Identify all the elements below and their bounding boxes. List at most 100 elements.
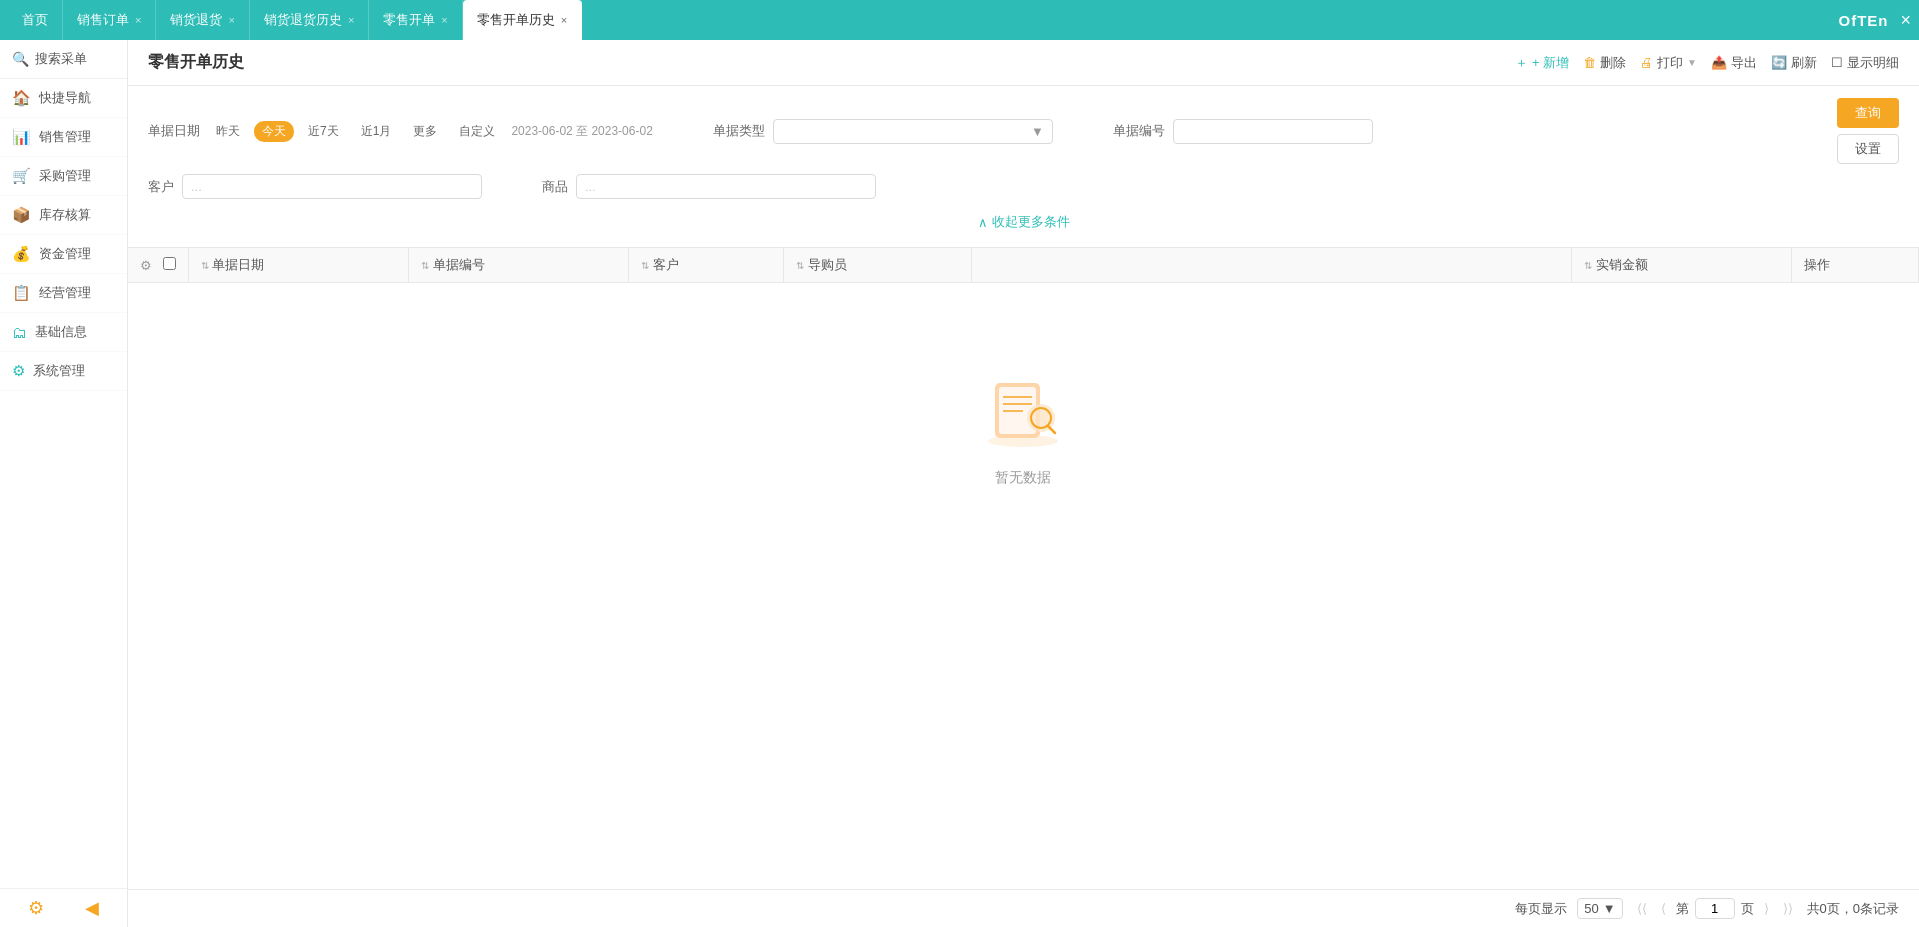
sidebar-item-label: 采购管理 [39, 167, 91, 185]
customer-select[interactable]: ... [182, 174, 482, 199]
goods-label: 商品 [542, 178, 568, 196]
sidebar-item-basic-info[interactable]: 🗂 基础信息 [0, 313, 127, 352]
close-sales-return[interactable]: × [228, 14, 234, 26]
sort-icon[interactable]: ⇅ [201, 260, 209, 271]
date-yesterday[interactable]: 昨天 [208, 121, 248, 142]
col-settings-icon[interactable]: ⚙ [140, 258, 152, 273]
toolbar: ＋ + 新增 🗑 删除 🖨 打印 ▼ 📤 导出 🔄 [1515, 54, 1899, 72]
brand-label: OfTEn [1838, 12, 1888, 29]
sort-icon[interactable]: ⇅ [796, 260, 804, 271]
empty-illustration [973, 363, 1073, 453]
refresh-icon: 🔄 [1771, 55, 1787, 70]
prev-page-button[interactable]: ⟨ [1657, 899, 1670, 918]
sidebar-item-label: 经营管理 [39, 284, 91, 302]
close-retail-open-history[interactable]: × [561, 14, 567, 26]
clipboard-icon: 📋 [12, 284, 31, 302]
date-label: 单据日期 [148, 122, 200, 140]
close-sales-return-history[interactable]: × [348, 14, 354, 26]
sidebar-item-label: 资金管理 [39, 245, 91, 263]
page-nav: ⟨⟨ ⟨ 第 页 ⟩ ⟩⟩ [1633, 898, 1797, 919]
last-page-button[interactable]: ⟩⟩ [1779, 899, 1797, 918]
tab-retail-open-history[interactable]: 零售开单历史 × [463, 0, 582, 40]
sidebar-item-system-mgmt[interactable]: ⚙ 系统管理 [0, 352, 127, 391]
table-header-row: ⚙ ⇅ 单据日期 ⇅ 单据编号 ⇅ [128, 248, 1919, 283]
chart-icon: 📊 [12, 128, 31, 146]
sidebar-search-label: 搜索采单 [35, 50, 87, 68]
sort-icon[interactable]: ⇅ [641, 260, 649, 271]
sidebar-item-sales-mgmt[interactable]: 📊 销售管理 [0, 118, 127, 157]
content-area: 零售开单历史 ＋ + 新增 🗑 删除 🖨 打印 ▼ 📤 导出 [128, 40, 1919, 927]
add-button[interactable]: ＋ + 新增 [1515, 54, 1569, 72]
goods-placeholder: ... [585, 179, 867, 194]
type-select[interactable]: ▼ [773, 119, 1053, 144]
tab-sales-return-history[interactable]: 销货退货历史 × [250, 0, 369, 40]
tab-sales-return[interactable]: 销货退货 × [156, 0, 249, 40]
sidebar-search[interactable]: 🔍 搜索采单 [0, 40, 127, 79]
export-button[interactable]: 📤 导出 [1711, 54, 1757, 72]
sidebar-item-quick-nav[interactable]: 🏠 快捷导航 [0, 79, 127, 118]
delete-button[interactable]: 🗑 删除 [1583, 54, 1626, 72]
money-icon: 💰 [12, 245, 31, 263]
window-close-button[interactable]: × [1900, 10, 1911, 31]
date-filter: 单据日期 昨天 今天 近7天 近1月 更多 自定义 2023-06-02 至 2… [148, 121, 653, 142]
collapse-more-button[interactable]: ∧ 收起更多条件 [148, 209, 1899, 235]
col-settings-header: ⚙ [128, 248, 188, 283]
number-label: 单据编号 [1113, 122, 1165, 140]
tab-home[interactable]: 首页 [8, 0, 63, 40]
settings-icon[interactable]: ⚙ [28, 897, 44, 919]
box-icon: 📦 [12, 206, 31, 224]
close-sales-order[interactable]: × [135, 14, 141, 26]
tab-sales-order[interactable]: 销售订单 × [63, 0, 156, 40]
page-header: 零售开单历史 ＋ + 新增 🗑 删除 🖨 打印 ▼ 📤 导出 [128, 40, 1919, 86]
close-retail-open[interactable]: × [441, 14, 447, 26]
page-title: 零售开单历史 [148, 52, 244, 73]
goods-select[interactable]: ... [576, 174, 876, 199]
number-input[interactable] [1173, 119, 1373, 144]
sidebar-item-label: 基础信息 [35, 323, 87, 341]
sidebar-item-purchase-mgmt[interactable]: 🛒 采购管理 [0, 157, 127, 196]
sidebar-item-finance[interactable]: 💰 资金管理 [0, 235, 127, 274]
print-icon: 🖨 [1640, 55, 1653, 70]
sidebar-item-label: 库存核算 [39, 206, 91, 224]
date-7days[interactable]: 近7天 [300, 121, 347, 142]
sidebar-item-label: 销售管理 [39, 128, 91, 146]
empty-state: 暂无数据 [128, 283, 1919, 567]
filter-row-1: 单据日期 昨天 今天 近7天 近1月 更多 自定义 2023-06-02 至 2… [148, 98, 1899, 164]
col-guide-header: ⇅ 导购员 [784, 248, 972, 283]
customer-label: 客户 [148, 178, 174, 196]
table-wrapper: ⚙ ⇅ 单据日期 ⇅ 单据编号 ⇅ [128, 248, 1919, 889]
refresh-button[interactable]: 🔄 刷新 [1771, 54, 1817, 72]
settings-button[interactable]: 设置 [1837, 134, 1899, 164]
goods-filter: 商品 ... [542, 174, 876, 199]
type-dropdown-icon: ▼ [1031, 124, 1044, 139]
folder-icon: 🗂 [12, 324, 27, 341]
next-page-button[interactable]: ⟩ [1760, 899, 1773, 918]
select-all-checkbox[interactable] [163, 257, 176, 270]
page-size-select[interactable]: 50 ▼ [1577, 898, 1622, 919]
print-button[interactable]: 🖨 打印 ▼ [1640, 54, 1697, 72]
main-layout: 🔍 搜索采单 🏠 快捷导航 📊 销售管理 🛒 采购管理 📦 库存核算 💰 [0, 40, 1919, 927]
sidebar-bottom: ⚙ ◀ [0, 888, 127, 927]
sidebar-item-inventory[interactable]: 📦 库存核算 [0, 196, 127, 235]
col-customer-header: ⇅ 客户 [628, 248, 784, 283]
sort-icon[interactable]: ⇅ [1584, 260, 1592, 271]
type-label: 单据类型 [713, 122, 765, 140]
display-detail-button[interactable]: ☐ 显示明细 [1831, 54, 1899, 72]
query-button[interactable]: 查询 [1837, 98, 1899, 128]
date-1month[interactable]: 近1月 [353, 121, 400, 142]
page-number-input[interactable] [1695, 898, 1735, 919]
date-custom[interactable]: 自定义 [451, 121, 503, 142]
sort-icon[interactable]: ⇅ [421, 260, 429, 271]
tab-bar: 首页 销售订单 × 销货退货 × 销货退货历史 × 零售开单 × 零售开单历史 … [0, 0, 1919, 40]
date-today[interactable]: 今天 [254, 121, 294, 142]
total-label: 共0页，0条记录 [1807, 900, 1899, 918]
sidebar-item-label: 系统管理 [33, 362, 85, 380]
customer-filter: 客户 ... [148, 174, 482, 199]
data-table: ⚙ ⇅ 单据日期 ⇅ 单据编号 ⇅ [128, 248, 1919, 567]
first-page-button[interactable]: ⟨⟨ [1633, 899, 1651, 918]
collapse-icon[interactable]: ◀ [85, 897, 99, 919]
date-more[interactable]: 更多 [405, 121, 445, 142]
tab-retail-open[interactable]: 零售开单 × [369, 0, 462, 40]
sidebar-item-operations[interactable]: 📋 经营管理 [0, 274, 127, 313]
col-amount-header: ⇅ 实销金额 [1572, 248, 1792, 283]
